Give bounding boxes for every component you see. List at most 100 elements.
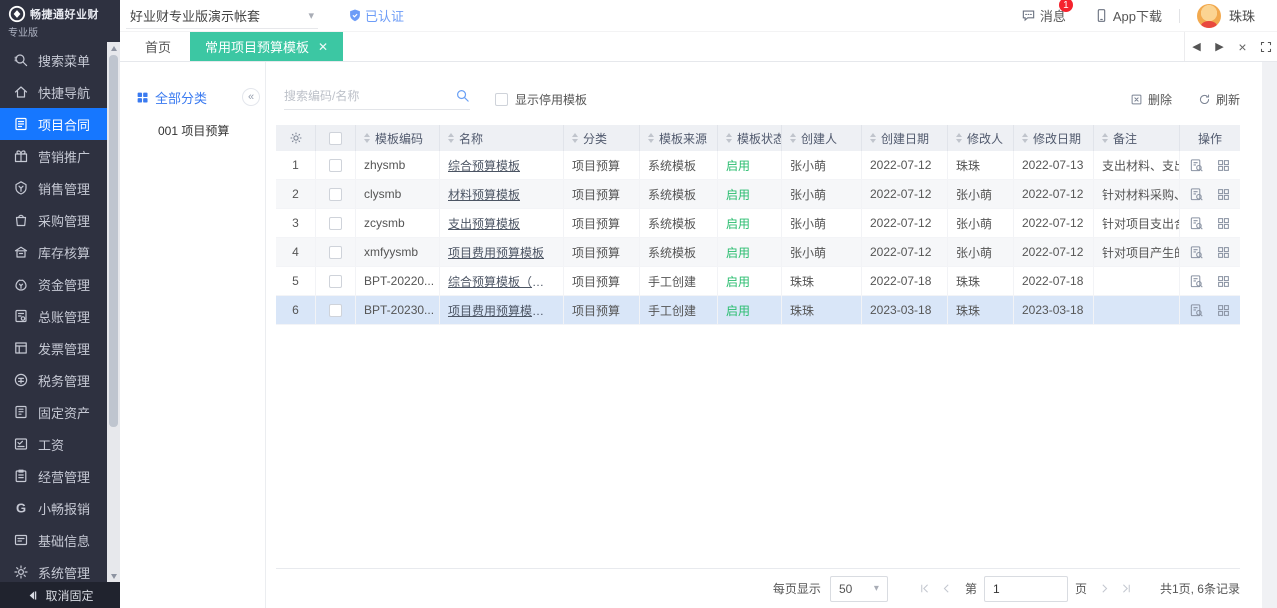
- apps-grid-icon[interactable]: [1216, 303, 1231, 318]
- table-row[interactable]: 5 BPT-20220... 综合预算模板（副本-2... 项目预算 手工创建 …: [276, 267, 1240, 296]
- user-menu[interactable]: 珠珠: [1196, 3, 1255, 28]
- brand-name: 畅捷通好业财: [30, 9, 99, 21]
- prev-tab-icon[interactable]: ◀: [1185, 32, 1208, 61]
- table-body: 1 zhysmb 综合预算模板 项目预算 系统模板 启用 张小萌 2022-07…: [276, 151, 1240, 325]
- search-icon[interactable]: [455, 88, 470, 103]
- sidebar-item-search[interactable]: 搜索菜单: [0, 44, 107, 76]
- next-page-icon[interactable]: [1094, 583, 1116, 594]
- row-checkbox[interactable]: [329, 303, 342, 317]
- sidebar-item-label: 营销推广: [38, 149, 91, 165]
- apps-grid-icon[interactable]: [1216, 187, 1231, 202]
- col-template-code[interactable]: 模板编码: [356, 125, 440, 151]
- sidebar-item-sales[interactable]: 销售管理: [0, 172, 107, 204]
- tab-budget-templates[interactable]: 常用项目预算模板 ✕: [190, 32, 344, 61]
- row-checkbox[interactable]: [329, 216, 342, 230]
- sidebar-item-asset[interactable]: 固定资产: [0, 396, 107, 428]
- ledger-icon: [13, 308, 29, 324]
- preview-icon[interactable]: [1189, 158, 1204, 173]
- column-settings-button[interactable]: [276, 125, 316, 151]
- sidebar-item-reimburse[interactable]: G 小畅报销: [0, 492, 107, 524]
- tab-close-icon[interactable]: ✕: [318, 40, 328, 54]
- preview-icon[interactable]: [1189, 216, 1204, 231]
- cell-category: 项目预算: [564, 238, 640, 266]
- col-category[interactable]: 分类: [564, 125, 640, 151]
- sidebar-item-info[interactable]: 基础信息: [0, 524, 107, 556]
- prev-page-icon[interactable]: [936, 583, 958, 594]
- per-page-select[interactable]: 50 ▾: [829, 575, 888, 602]
- scroll-down-icon[interactable]: [107, 570, 120, 582]
- select-all-checkbox[interactable]: [329, 131, 342, 145]
- preview-icon[interactable]: [1189, 245, 1204, 260]
- preview-icon[interactable]: [1189, 187, 1204, 202]
- col-source[interactable]: 模板来源: [640, 125, 718, 151]
- table-row[interactable]: 1 zhysmb 综合预算模板 项目预算 系统模板 启用 张小萌 2022-07…: [276, 151, 1240, 180]
- tab-home[interactable]: 首页: [126, 32, 190, 61]
- verified-badge: 已认证: [348, 6, 404, 25]
- search-input[interactable]: [284, 88, 455, 103]
- delete-button[interactable]: 删除: [1130, 91, 1172, 108]
- template-name-link[interactable]: 项目费用预算模板: [448, 244, 544, 261]
- sidebar-item-home[interactable]: 快捷导航: [0, 76, 107, 108]
- reimburse-icon: G: [13, 500, 29, 516]
- table-row[interactable]: 6 BPT-20230... 项目费用预算模板（副... 项目预算 手工创建 启…: [276, 296, 1240, 325]
- col-created[interactable]: 创建日期: [862, 125, 948, 151]
- show-disabled-checkbox[interactable]: 显示停用模板: [495, 91, 587, 108]
- sidebar-item-system[interactable]: 系统管理: [0, 556, 107, 582]
- apps-grid-icon[interactable]: [1216, 274, 1231, 289]
- row-checkbox[interactable]: [329, 158, 342, 172]
- col-status[interactable]: 模板状态: [718, 125, 782, 151]
- content-scrollbar-track[interactable]: [1262, 62, 1277, 608]
- row-checkbox[interactable]: [329, 245, 342, 259]
- sidebar-item-promo[interactable]: 营销推广: [0, 140, 107, 172]
- sidebar-item-funds[interactable]: 资金管理: [0, 268, 107, 300]
- first-page-icon[interactable]: [914, 583, 936, 594]
- last-page-icon[interactable]: [1116, 583, 1138, 594]
- col-remark[interactable]: 备注: [1094, 125, 1180, 151]
- col-modified[interactable]: 修改日期: [1014, 125, 1094, 151]
- sidebar-item-purchase[interactable]: 采购管理: [0, 204, 107, 236]
- scrollbar-thumb[interactable]: [109, 55, 118, 427]
- template-name-link[interactable]: 综合预算模板（副本-2...: [448, 273, 555, 290]
- delete-label: 删除: [1147, 92, 1172, 107]
- asset-icon: [13, 404, 29, 420]
- sidebar-item-tax[interactable]: 税务管理: [0, 364, 107, 396]
- unpin-sidebar-button[interactable]: 取消固定: [0, 582, 120, 608]
- sidebar-item-contract[interactable]: 项目合同: [0, 108, 107, 140]
- fullscreen-icon[interactable]: [1254, 32, 1277, 61]
- sidebar-item-inventory[interactable]: 库存核算: [0, 236, 107, 268]
- table-row[interactable]: 2 clysmb 材料预算模板 项目预算 系统模板 启用 张小萌 2022-07…: [276, 180, 1240, 209]
- app-download-button[interactable]: App下载: [1094, 6, 1162, 25]
- template-name-link[interactable]: 综合预算模板: [448, 157, 520, 174]
- sidebar-item-ledger[interactable]: 总账管理: [0, 300, 107, 332]
- collapse-panel-button[interactable]: «: [242, 88, 260, 106]
- refresh-button[interactable]: 刷新: [1198, 91, 1240, 108]
- apps-grid-icon[interactable]: [1216, 245, 1231, 260]
- scroll-up-icon[interactable]: [107, 42, 120, 54]
- category-item[interactable]: 001 项目预算: [120, 122, 265, 139]
- preview-icon[interactable]: [1189, 303, 1204, 318]
- col-creator[interactable]: 创建人: [782, 125, 862, 151]
- sidebar-item-operation[interactable]: 经营管理: [0, 460, 107, 492]
- apps-grid-icon[interactable]: [1216, 158, 1231, 173]
- table-row[interactable]: 4 xmfyysmb 项目费用预算模板 项目预算 系统模板 启用 张小萌 202…: [276, 238, 1240, 267]
- messages-button[interactable]: 消息 1: [1021, 0, 1073, 25]
- row-checkbox[interactable]: [329, 187, 342, 201]
- table-toolbar: 显示停用模板 删除 刷新: [276, 62, 1240, 125]
- apps-grid-icon[interactable]: [1216, 216, 1231, 231]
- col-name[interactable]: 名称: [440, 125, 564, 151]
- sidebar-scrollbar[interactable]: [107, 42, 120, 582]
- row-checkbox[interactable]: [329, 274, 342, 288]
- template-name-link[interactable]: 项目费用预算模板（副...: [448, 302, 555, 319]
- account-selector[interactable]: 好业财专业版演示帐套 ▾: [126, 3, 318, 29]
- template-name-link[interactable]: 材料预算模板: [448, 186, 520, 203]
- next-tab-icon[interactable]: ▶: [1208, 32, 1231, 61]
- close-all-tabs-icon[interactable]: ×: [1231, 32, 1254, 61]
- col-modifier[interactable]: 修改人: [948, 125, 1014, 151]
- page-number-input[interactable]: [983, 575, 1068, 602]
- table-row[interactable]: 3 zcysmb 支出预算模板 项目预算 系统模板 启用 张小萌 2022-07…: [276, 209, 1240, 238]
- sidebar-item-invoice[interactable]: 发票管理: [0, 332, 107, 364]
- template-name-link[interactable]: 支出预算模板: [448, 215, 520, 232]
- checkbox-icon[interactable]: [495, 92, 508, 106]
- preview-icon[interactable]: [1189, 274, 1204, 289]
- sidebar-item-salary[interactable]: 工资: [0, 428, 107, 460]
